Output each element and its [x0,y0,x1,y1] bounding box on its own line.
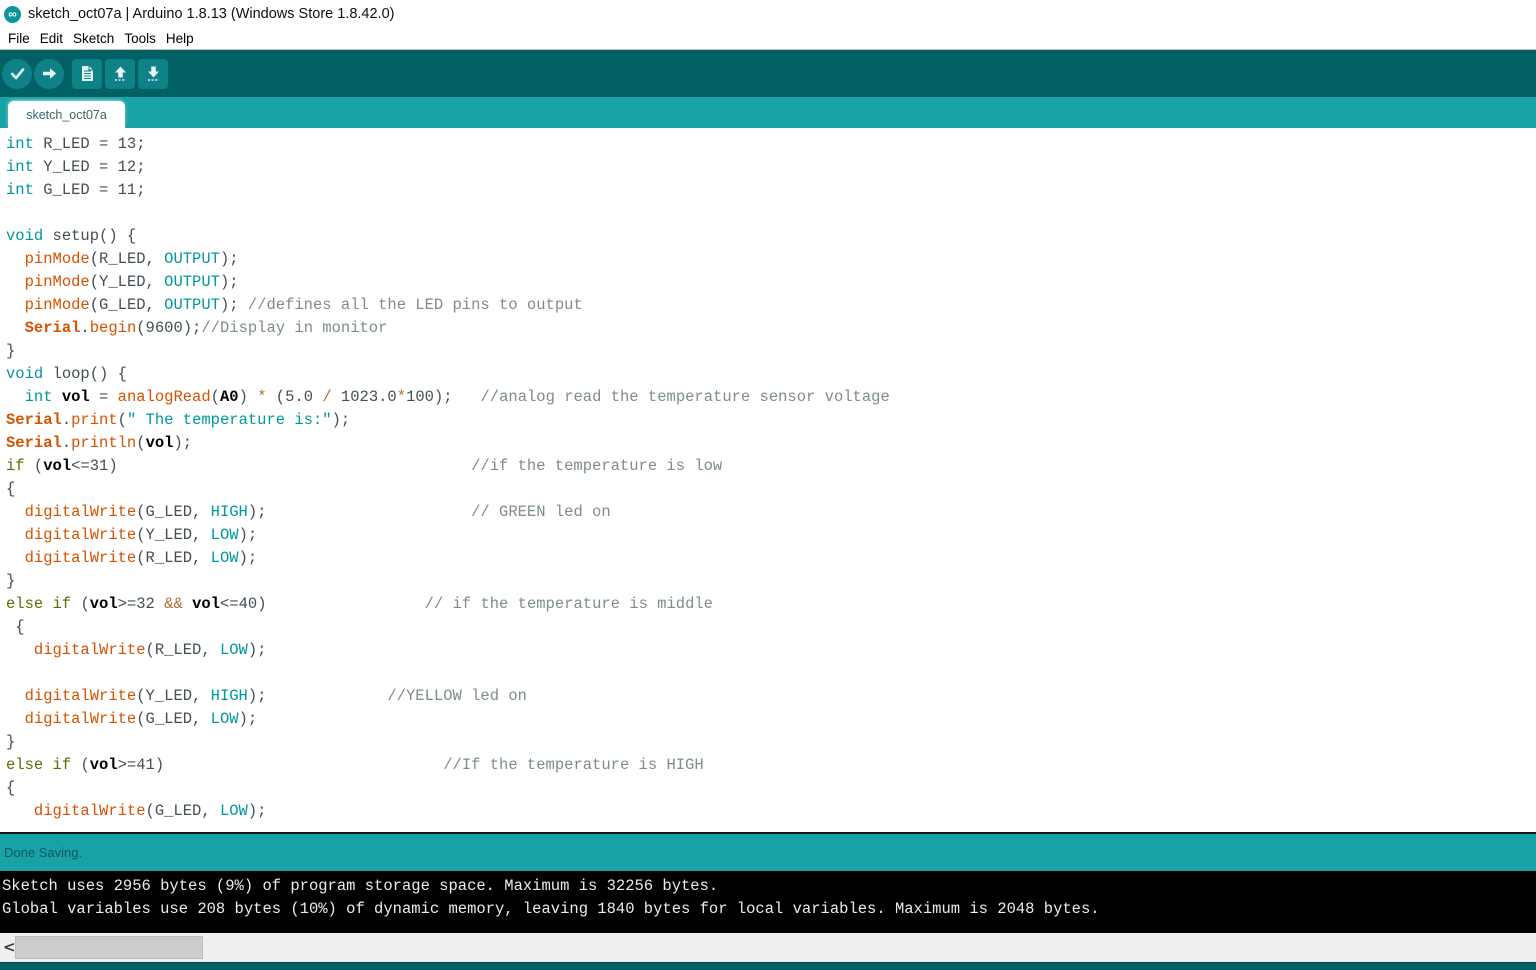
console-output: Sketch uses 2956 bytes (9%) of program s… [0,871,1536,933]
tab-sketch-oct07a[interactable]: sketch_oct07a [8,101,125,128]
code-line: Serial.println(vol); [6,434,193,452]
title-bar: ∞ sketch_oct07a | Arduino 1.8.13 (Window… [0,0,1536,28]
code-editor[interactable]: int R_LED = 13; int Y_LED = 12; int G_LED … [0,128,1536,832]
arrow-right-icon [40,64,59,83]
console-line: Global variables use 208 bytes (10%) of … [2,900,1100,918]
code-line: { [6,480,16,498]
arrow-up-icon [111,64,130,83]
upload-button[interactable] [34,58,64,89]
verify-button[interactable] [2,58,32,89]
arrow-down-icon [144,64,163,83]
code-line: digitalWrite(Y_LED, LOW); [24,526,258,544]
code-line: else if (vol>=41) //If the temperature i… [6,756,704,774]
window-footer-strip [0,962,1536,970]
menu-item-edit[interactable]: Edit [35,31,68,46]
status-bar: Done Saving. [0,832,1536,871]
horizontal-scrollbar: < [0,933,1536,962]
code-line: digitalWrite(Y_LED, HIGH); //YELLOW led … [24,687,527,705]
document-icon [78,64,97,83]
arduino-infinity-icon: ∞ [4,5,21,23]
code-line: { [6,618,25,636]
code-line: digitalWrite(R_LED, LOW); [33,641,267,659]
code-line: int G_LED = 11; [6,181,146,199]
code-line: if (vol<=31) //if the temperature is low [6,457,723,475]
code-line: { [6,779,16,797]
code-line: else if (vol>=32 && vol<=40) // if the t… [6,595,713,613]
open-button[interactable] [105,58,135,89]
code-line: int Y_LED = 12; [6,158,146,176]
code-line: void loop() { [6,365,127,383]
code-line: int R_LED = 13; [6,135,146,153]
tab-label: sketch_oct07a [26,107,107,122]
code-line: digitalWrite(R_LED, LOW); [24,549,258,567]
code-line: } [6,572,16,590]
window-title: sketch_oct07a | Arduino 1.8.13 (Windows … [28,6,395,22]
menu-item-file[interactable]: File [3,31,35,46]
code-line: pinMode(R_LED, OUTPUT); [24,250,239,268]
code-line: void setup() { [6,227,137,245]
menu-item-sketch[interactable]: Sketch [68,31,119,46]
console-line: Sketch uses 2956 bytes (9%) of program s… [2,877,719,895]
menu-item-help[interactable]: Help [161,31,199,46]
code-line: digitalWrite(G_LED, HIGH); // GREEN led … [24,503,611,521]
code-line: } [6,342,16,360]
menu-item-tools[interactable]: Tools [119,31,161,46]
code-line: pinMode(G_LED, OUTPUT); //defines all th… [24,296,583,314]
menu-bar: File Edit Sketch Tools Help [0,28,1536,50]
new-sketch-button[interactable] [72,58,102,89]
check-icon [8,64,27,83]
save-button[interactable] [138,58,168,89]
code-line: int vol = analogRead(A0) * (5.0 / 1023.0… [24,388,890,406]
scrollbar-thumb[interactable] [15,936,203,959]
code-line: digitalWrite(G_LED, LOW); [24,710,258,728]
code-line: pinMode(Y_LED, OUTPUT); [24,273,239,291]
scroll-left-icon[interactable]: < [0,940,16,955]
code-line: Serial.begin(9600);//Display in monitor [24,319,388,337]
tab-bar: sketch_oct07a [0,97,1536,128]
code-line: } [6,733,16,751]
code-line: digitalWrite(G_LED, LOW); [33,802,267,820]
toolbar [0,50,1536,97]
status-message: Done Saving. [4,845,83,860]
code-line: Serial.print(" The temperature is:"); [6,411,351,429]
